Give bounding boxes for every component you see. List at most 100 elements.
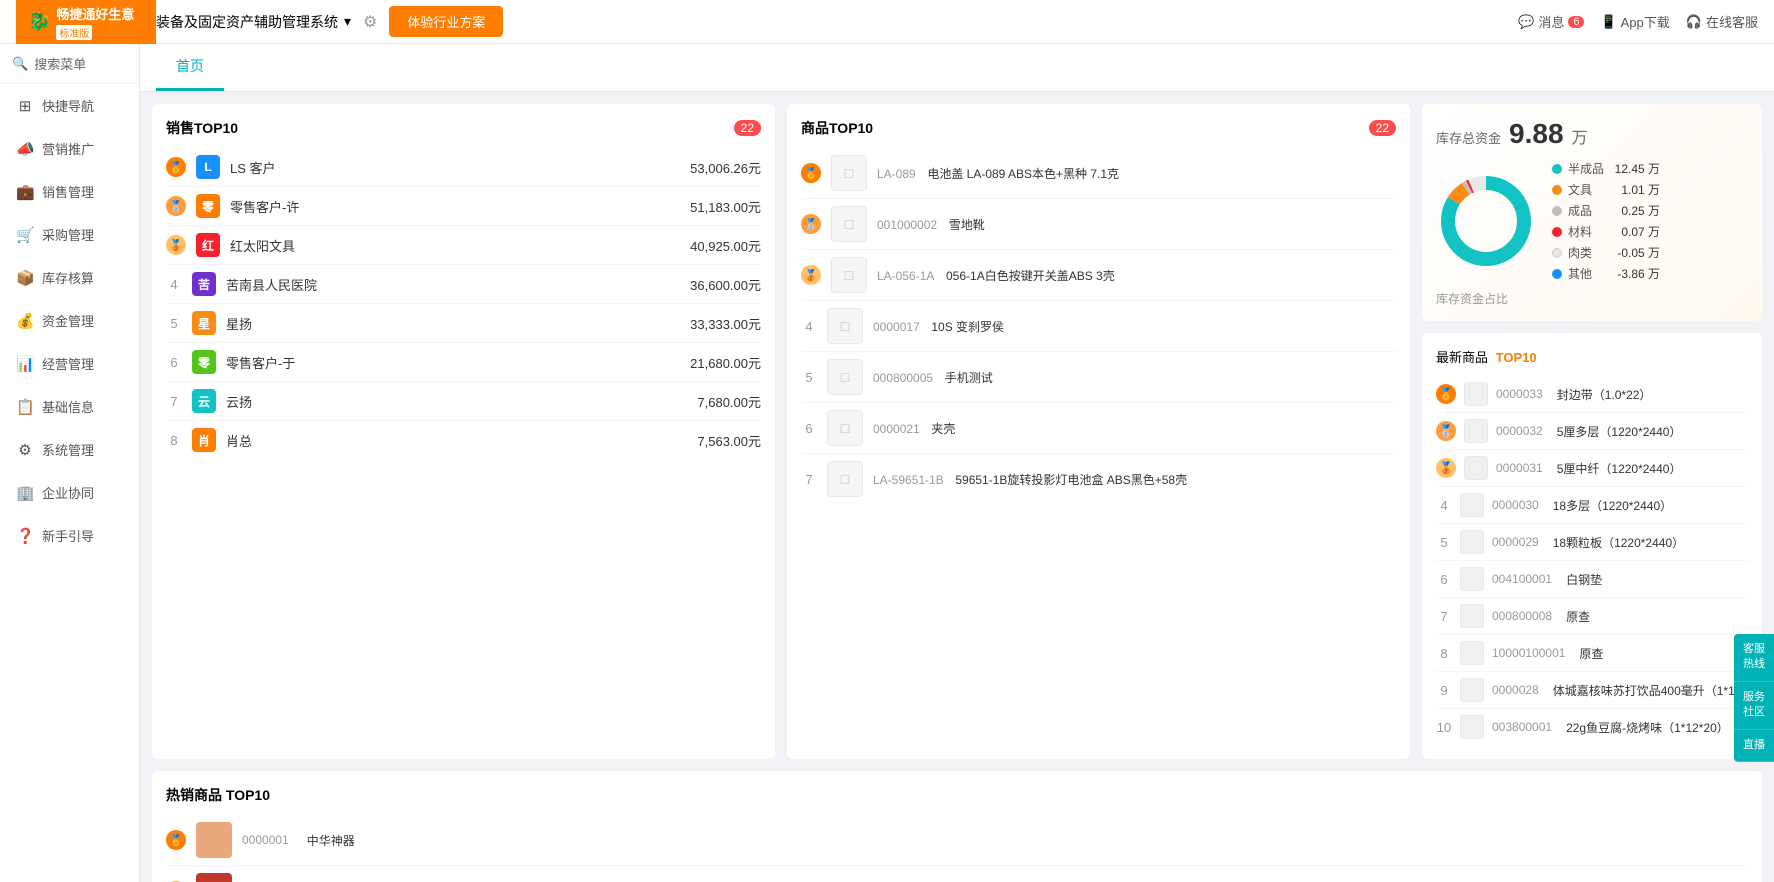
legend-item-finished: 成品 0.25 万: [1552, 202, 1660, 219]
rank-badge-p2: 🥈: [801, 214, 821, 234]
np-rank-6: 6: [1436, 572, 1452, 587]
product-name-4: 10S 变刹罗侯: [931, 320, 1004, 334]
product-thumb-2: □: [831, 206, 867, 242]
list-item: 10 003800001 22g鱼豆腐-烧烤味（1*12*20）: [1436, 709, 1748, 745]
basicinfo-icon: 📋: [16, 398, 34, 416]
newest-products-list: 🏅 0000033 封边带（1.0*22） 🥈 0000032 5厘多层（122…: [1436, 376, 1748, 745]
sidebar-item-shortcuts[interactable]: ⊞ 快捷导航: [0, 84, 139, 127]
np-code-4: 0000030: [1492, 498, 1539, 512]
legend-item-material: 材料 0.07 万: [1552, 223, 1660, 240]
np-rank-5: 5: [1436, 535, 1452, 550]
sidebar-item-marketing[interactable]: 📣 营销推广: [0, 127, 139, 170]
customer-row: 🥉 红 红太阳文具 40,925.00元: [166, 226, 761, 265]
customer-row: 🥈 零 零售客户-许 51,183.00元: [166, 187, 761, 226]
collaboration-icon: 🏢: [16, 484, 34, 502]
sidebar-item-inventory[interactable]: 📦 库存核算: [0, 256, 139, 299]
hot-title-text: 热销商品 TOP10: [166, 787, 270, 803]
chevron-down-icon: ▾: [344, 13, 351, 30]
message-btn[interactable]: 💬 消息 6: [1518, 12, 1584, 31]
top-product-row: 7 □ LA-59651-1B 59651-1B旋转投影灯电池盒 ABS黑色+5…: [801, 454, 1396, 504]
sidebar-label-marketing: 营销推广: [42, 139, 94, 158]
customer-row: 🏅 L LS 客户 53,006.26元: [166, 148, 761, 187]
product-info-5: 000800005 手机测试: [873, 369, 1396, 386]
topbar: 🐉 畅捷通好生意 标准版 装备及固定资产辅助管理系统 ▾ ⚙ 体验行业方案 💬 …: [0, 0, 1774, 44]
np-thumb-6: [1460, 567, 1484, 591]
sidebar-item-collaboration[interactable]: 🏢 企业协同: [0, 471, 139, 514]
top-products-sold-card: 商品TOP10 22 🏅 □ LA-089 电池盖 LA-089 ABS本色+黑…: [787, 104, 1410, 759]
list-item: 5 0000029 18颗粒板（1220*2440）: [1436, 524, 1748, 561]
customer-amount-7: 7,680.00元: [697, 392, 761, 411]
sidebar-item-system[interactable]: ⚙ 系统管理: [0, 428, 139, 471]
float-btn-community[interactable]: 服务 社区: [1734, 682, 1774, 730]
sidebar-item-purchase[interactable]: 🛒 采购管理: [0, 213, 139, 256]
customer-name-8: 肖总: [226, 431, 687, 450]
hot-product-row: 🏅 0000001 中华神器: [166, 815, 1748, 866]
legend-label-3: 材料: [1568, 223, 1604, 240]
app-label: App下载: [1621, 12, 1670, 31]
product-info-1: LA-089 电池盖 LA-089 ABS本色+黑种 7.1克: [877, 165, 1396, 182]
sidebar-item-basic-info[interactable]: 📋 基础信息: [0, 385, 139, 428]
legend-dot-semifinished: [1552, 164, 1562, 174]
list-item: 4 0000030 18多层（1220*2440）: [1436, 487, 1748, 524]
sidebar-item-operations[interactable]: 📊 经营管理: [0, 342, 139, 385]
legend-value-3: 0.07 万: [1610, 223, 1660, 240]
hot-products-list: 🏅 0000001 中华神器 🥈 000500001 新西兰牛肉（新牛）: [166, 815, 1748, 882]
legend-label-0: 半成品: [1568, 160, 1604, 177]
sidebar-item-guide[interactable]: ❓ 新手引导: [0, 514, 139, 557]
sidebar-label-collaboration: 企业协同: [42, 483, 94, 502]
legend-dot-meat: [1552, 248, 1562, 258]
top-customers-heading: 销售TOP10 22: [166, 118, 761, 138]
float-buttons: 客服 热线 服务 社区 直播: [1734, 634, 1774, 762]
donut-chart-container: 半成品 12.45 万 文具 1.01 万: [1436, 160, 1748, 282]
app-download-btn[interactable]: 📱 App下载: [1600, 12, 1669, 31]
list-item: 6 004100001 白钢垫: [1436, 561, 1748, 598]
top-products-sold-list: 🏅 □ LA-089 电池盖 LA-089 ABS本色+黑种 7.1克 🥈 □: [801, 148, 1396, 504]
top-products-title: 商品TOP10: [801, 118, 873, 138]
np-code-6: 004100001: [1492, 572, 1552, 586]
np-name-6: 白钢垫: [1566, 571, 1748, 588]
customer-name-6: 零售客户-于: [226, 353, 680, 372]
top-customers-card: 销售TOP10 22 🏅 L LS 客户 53,006.26元 🥈 零: [152, 104, 775, 759]
customer-name-2: 零售客户-许: [230, 197, 680, 216]
customer-amount-5: 33,333.00元: [690, 314, 761, 333]
logo-icon: 🐉: [28, 11, 50, 32]
float-btn-live[interactable]: 直播: [1734, 730, 1774, 762]
np-name-3: 5厘中纤（1220*2440）: [1557, 460, 1748, 477]
gear-icon[interactable]: ⚙: [363, 12, 377, 32]
sidebar-label-basicinfo: 基础信息: [42, 397, 94, 416]
np-code-2: 0000032: [1496, 424, 1543, 438]
sidebar-search[interactable]: 🔍 搜索菜单: [0, 44, 139, 84]
sidebar-item-sales[interactable]: 💼 销售管理: [0, 170, 139, 213]
experience-btn[interactable]: 体验行业方案: [389, 6, 503, 37]
product-name-1: 电池盖 LA-089 ABS本色+黑种 7.1克: [927, 167, 1119, 181]
legend-value-4: -0.05 万: [1610, 244, 1660, 261]
customer-name-7: 云扬: [226, 392, 687, 411]
donut-chart: [1436, 171, 1536, 271]
np-code-10: 003800001: [1492, 720, 1552, 734]
np-name-5: 18颗粒板（1220*2440）: [1553, 534, 1748, 551]
sidebar-label-shortcuts: 快捷导航: [42, 96, 94, 115]
online-service-btn[interactable]: 🎧 在线客服: [1686, 12, 1758, 31]
logo: 🐉 畅捷通好生意 标准版: [16, 0, 156, 44]
search-icon: 🔍: [12, 56, 28, 72]
np-name-8: 原查: [1579, 645, 1748, 662]
np-thumb-3: [1464, 456, 1488, 480]
sidebar-item-finance[interactable]: 💰 资金管理: [0, 299, 139, 342]
hot-products-heading: 热销商品 TOP10: [166, 785, 1748, 805]
inventory-legend: 半成品 12.45 万 文具 1.01 万: [1552, 160, 1660, 282]
float-btn-service[interactable]: 客服 热线: [1734, 634, 1774, 682]
np-name-9: 体城嘉核味苏打饮品400毫升（1*15）: [1553, 682, 1748, 699]
legend-dot-stationery: [1552, 185, 1562, 195]
rank-badge-p3: 🥉: [801, 265, 821, 285]
rank-num-p7: 7: [801, 472, 817, 487]
tab-home[interactable]: 首页: [156, 44, 224, 91]
nav-tabs: 首页: [140, 44, 1774, 92]
product-thumb-5: □: [827, 359, 863, 395]
inventory-icon: 📦: [16, 269, 34, 287]
system-selector[interactable]: 装备及固定资产辅助管理系统 ▾: [156, 12, 351, 32]
main-layout: 🔍 搜索菜单 ⊞ 快捷导航 📣 营销推广 💼 销售管理 🛒 采购管理 📦 库存核…: [0, 44, 1774, 882]
customer-row: 7 云 云扬 7,680.00元: [166, 382, 761, 421]
hot-rank-1: 🏅: [166, 830, 186, 850]
top-customers-badge: 22: [734, 120, 761, 136]
inventory-unit: 万: [1572, 124, 1588, 148]
